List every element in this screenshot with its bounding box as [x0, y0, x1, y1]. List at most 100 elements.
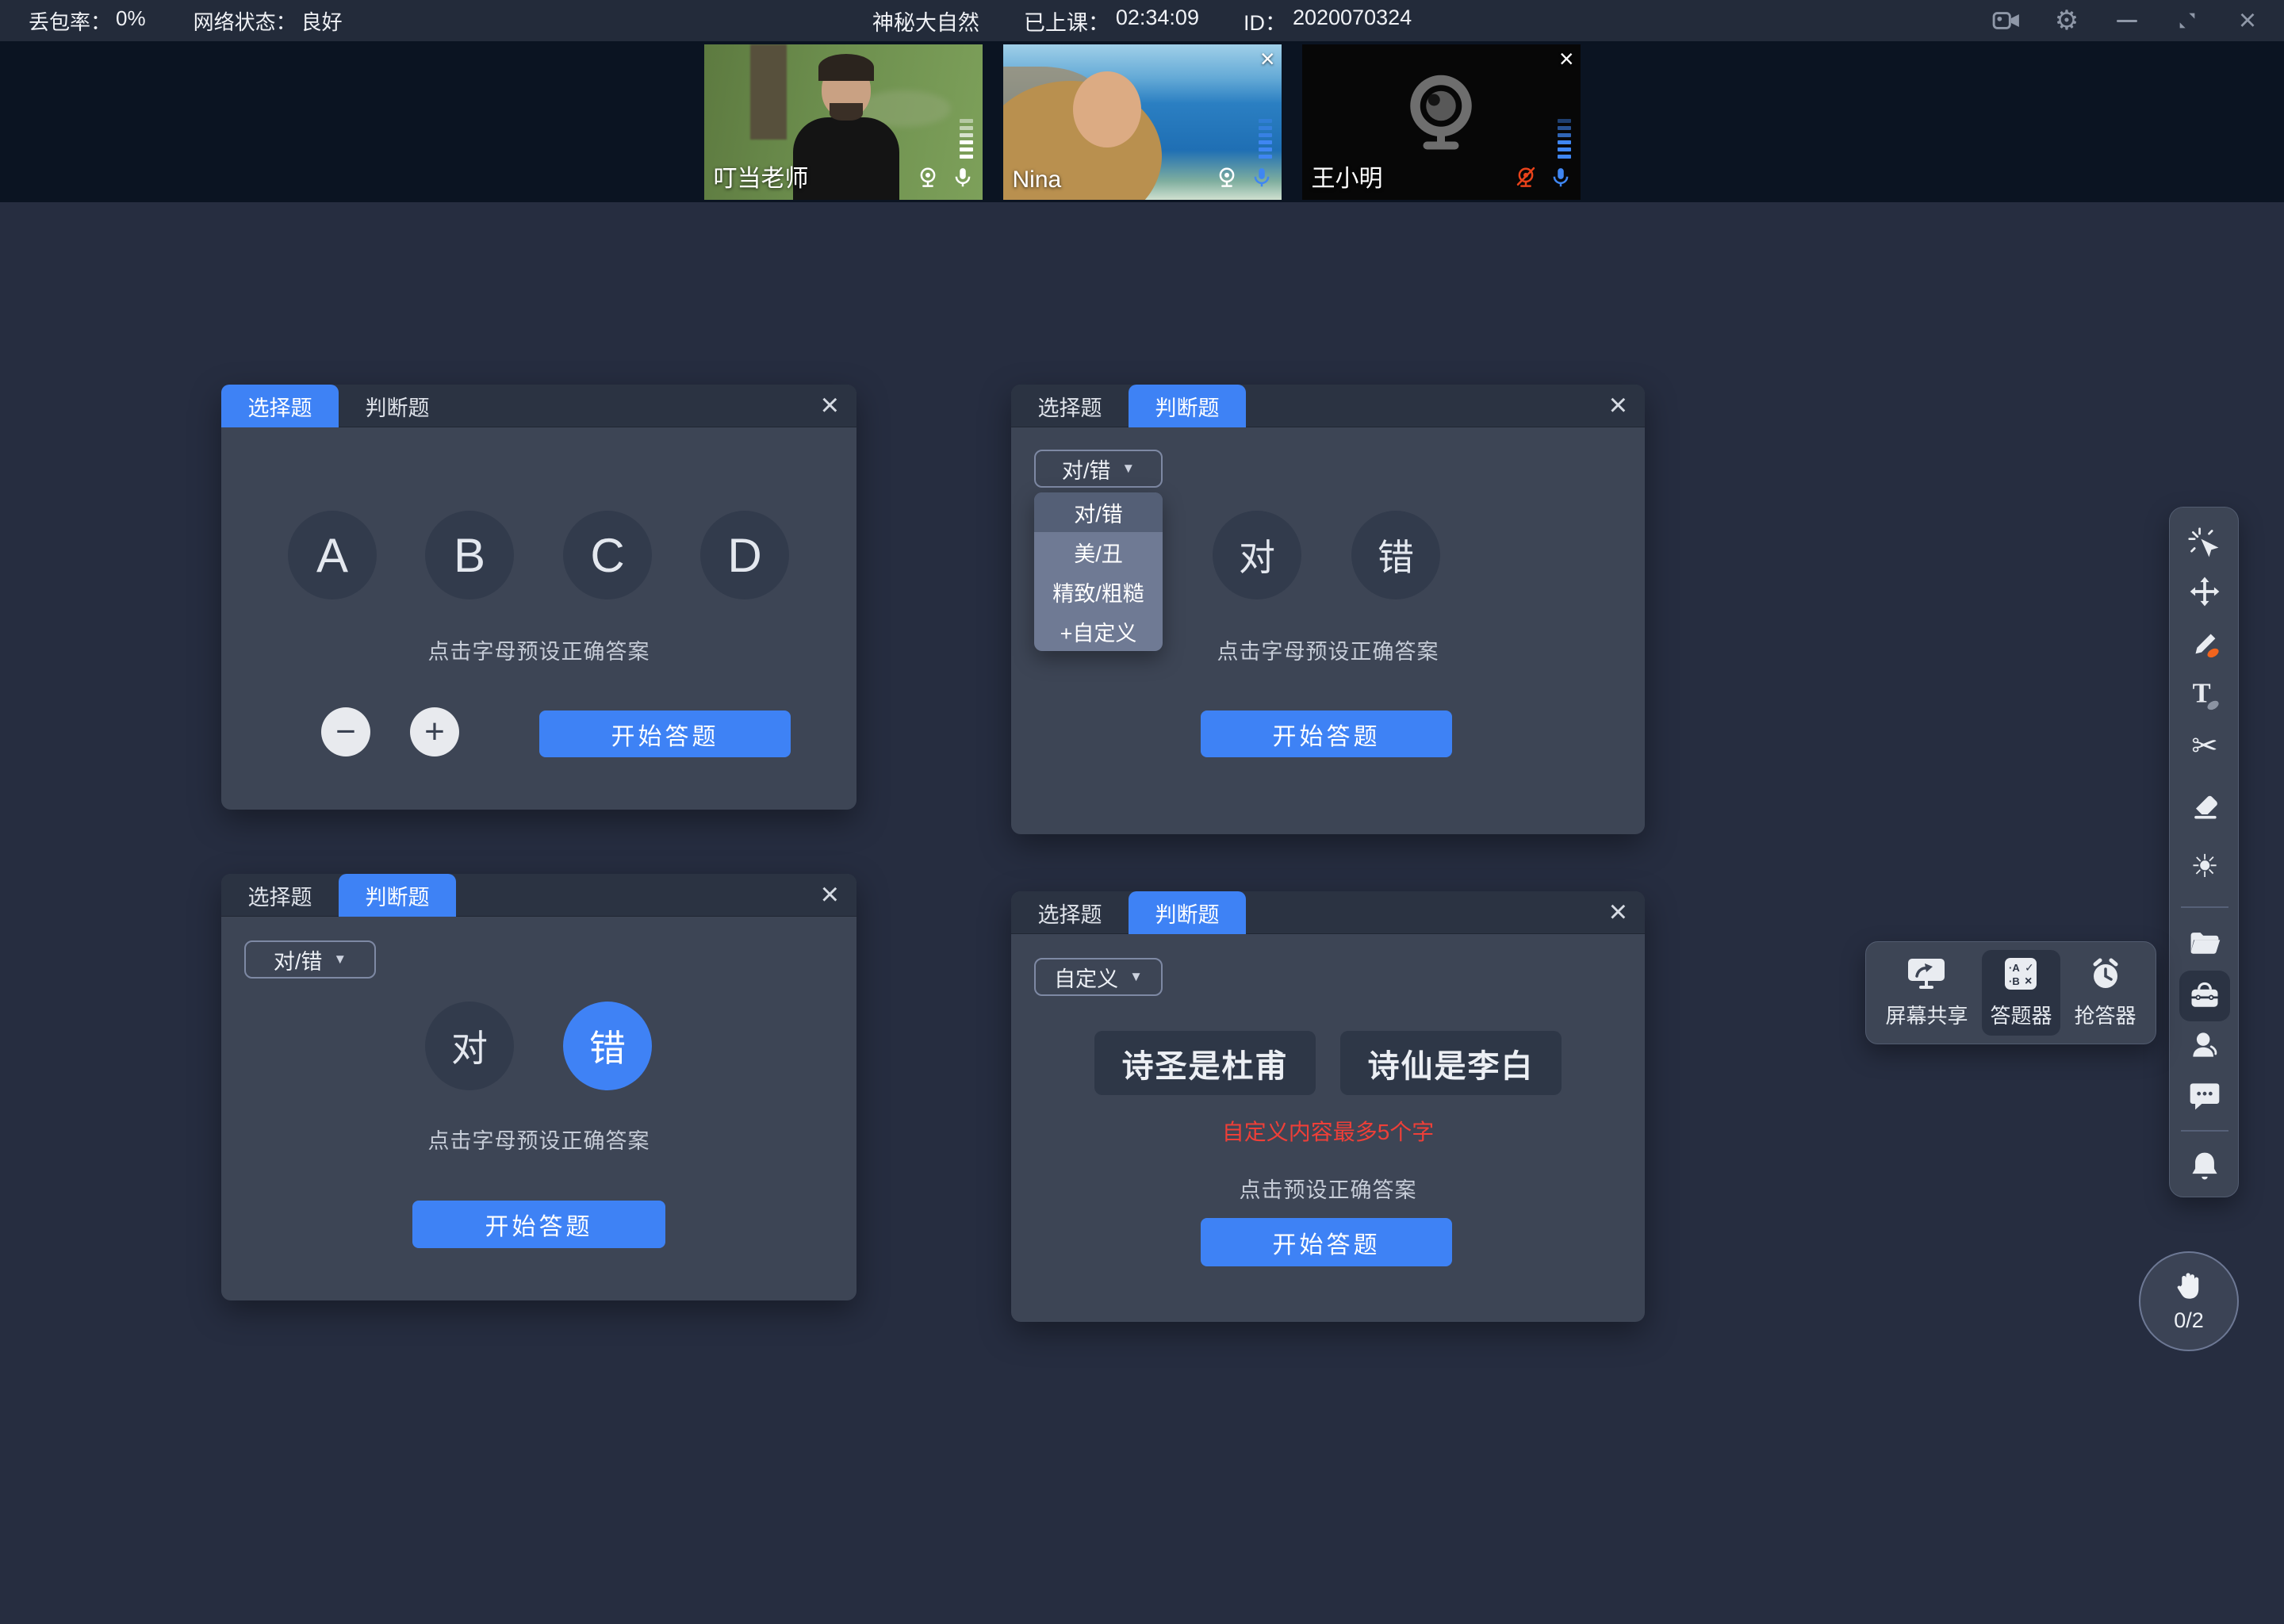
toolbar-divider — [2181, 1130, 2228, 1132]
answer-type-menu: 对/错 美/丑 精致/粗糙 +自定义 — [1034, 492, 1163, 651]
participant-name: 叮当老师 — [713, 166, 809, 192]
tab-judge-question[interactable]: 判断题 — [1129, 385, 1246, 427]
custom-length-warning: 自定义内容最多5个字 — [1221, 1120, 1435, 1144]
svg-text:✓: ✓ — [2025, 961, 2034, 974]
tab-choice-question[interactable]: 选择题 — [221, 874, 339, 917]
mic-on-icon — [951, 166, 975, 193]
panel-close-icon[interactable]: × — [1609, 896, 1627, 928]
quiz-panel-judge-dropdown-open: 选择题 判断题 × 对/错 ▼ 对/错 美/丑 精致/粗糙 +自定义 对 错 点… — [1011, 385, 1645, 834]
remove-option-button[interactable]: − — [321, 707, 370, 756]
mic-level-bars — [1557, 119, 1571, 159]
cut-tool[interactable]: ✂ — [2182, 724, 2227, 768]
start-answer-button[interactable]: 开始答题 — [1201, 710, 1452, 757]
quiz-panel-judge-selected: 选择题 判断题 × 对/错 ▼ 对 错 点击字母预设正确答案 开始答题 — [221, 874, 856, 1300]
camera-off-icon — [1514, 166, 1538, 193]
svg-text:×: × — [2025, 975, 2032, 988]
raise-hand-count: 0/2 — [2174, 1308, 2204, 1332]
quiz-panel-choice: 选择题 判断题 × A B C D 点击字母预设正确答案 − + 开始答题 — [221, 385, 856, 810]
start-answer-button[interactable]: 开始答题 — [1201, 1218, 1452, 1266]
tab-judge-question[interactable]: 判断题 — [339, 385, 456, 427]
interaction-tools-panel: 屏幕共享 ·A ✓ ·B × 答题器 抢答器 — [1865, 941, 2156, 1044]
start-answer-button[interactable]: 开始答题 — [412, 1201, 665, 1248]
tab-judge-question[interactable]: 判断题 — [339, 874, 456, 917]
panel-close-icon[interactable]: × — [1609, 389, 1627, 421]
chevron-down-icon: ▼ — [1129, 969, 1143, 984]
video-tile-teacher: 叮当老师 — [703, 44, 983, 200]
option-c[interactable]: C — [563, 511, 652, 599]
mic-on-icon — [1549, 166, 1573, 193]
answer-type-dropdown[interactable]: 自定义 ▼ — [1034, 958, 1163, 996]
option-a[interactable]: A — [288, 511, 377, 599]
chat-tool[interactable] — [2182, 1073, 2227, 1117]
bell-tool[interactable] — [2182, 1144, 2227, 1189]
answer-type-dropdown[interactable]: 对/错 ▼ — [244, 940, 376, 979]
session-info: 神秘大自然 已上课： 02:34:09 ID： 2020070324 — [0, 0, 2284, 41]
screen-share-icon — [1906, 956, 1947, 995]
whiteboard-toolbar: T ✂ ☀ — [2169, 507, 2239, 1197]
participant-name: 王小明 — [1311, 166, 1383, 192]
panel-close-icon[interactable]: × — [821, 879, 839, 910]
pen-tool[interactable] — [2182, 621, 2227, 665]
panel-close-icon[interactable]: × — [821, 389, 839, 421]
svg-text:T: T — [2193, 679, 2211, 709]
option-d[interactable]: D — [700, 511, 789, 599]
members-tool[interactable] — [2182, 1023, 2227, 1067]
camera-on-icon — [1215, 166, 1239, 193]
raise-hand-button[interactable]: 0/2 — [2139, 1251, 2239, 1351]
tab-choice-question[interactable]: 选择题 — [1011, 891, 1129, 934]
close-video-icon[interactable]: × — [1559, 46, 1574, 71]
video-strip: 叮当老师 × Nina × 王小明 — [0, 41, 2284, 202]
tab-choice-question[interactable]: 选择题 — [221, 385, 339, 427]
custom-answer-1[interactable]: 诗圣是杜甫 — [1094, 1031, 1316, 1095]
buzzer-clock-icon — [2087, 956, 2124, 995]
toolbar-divider — [2181, 906, 2228, 908]
menu-item-custom[interactable]: +自定义 — [1034, 611, 1163, 651]
eraser-tool[interactable] — [2182, 783, 2227, 828]
answer-type-dropdown[interactable]: 对/错 ▼ — [1034, 450, 1163, 488]
laser-pointer-tool[interactable]: ☀ — [2182, 845, 2227, 889]
svg-text:·A: ·A — [2009, 962, 2020, 974]
answer-pad-button[interactable]: ·A ✓ ·B × 答题器 — [1982, 950, 2060, 1036]
restore-icon[interactable] — [2171, 5, 2203, 36]
option-false-selected[interactable]: 错 — [563, 1002, 652, 1090]
menu-item-true-false[interactable]: 对/错 — [1034, 492, 1163, 532]
tab-choice-question[interactable]: 选择题 — [1011, 385, 1129, 427]
menu-item-beauty-ugly[interactable]: 美/丑 — [1034, 532, 1163, 572]
menu-item-fine-rough[interactable]: 精致/粗糙 — [1034, 572, 1163, 611]
toolbox-tool[interactable] — [2182, 974, 2227, 1018]
screen-share-button[interactable]: 屏幕共享 — [1877, 950, 1976, 1036]
buzzer-button[interactable]: 抢答器 — [2067, 950, 2144, 1036]
answer-pad-label: 答题器 — [1990, 1004, 2052, 1028]
option-true[interactable]: 对 — [425, 1002, 514, 1090]
option-true[interactable]: 对 — [1213, 511, 1301, 599]
minimize-icon[interactable] — [2111, 5, 2143, 36]
option-false[interactable]: 错 — [1351, 511, 1440, 599]
move-tool[interactable] — [2182, 569, 2227, 614]
close-video-icon[interactable]: × — [1260, 46, 1275, 71]
start-answer-button[interactable]: 开始答题 — [539, 710, 791, 757]
buzzer-label: 抢答器 — [2074, 1004, 2136, 1028]
class-time-label: 已上课： — [1023, 10, 1109, 35]
preset-hint: 点击字母预设正确答案 — [427, 640, 650, 664]
room-title: 神秘大自然 — [872, 10, 979, 35]
courseware-folder-tool[interactable] — [2182, 921, 2227, 965]
topbar: 丢包率： 0% 网络状态： 良好 神秘大自然 已上课： 02:34:09 ID：… — [0, 0, 2284, 41]
window-close-icon[interactable]: × — [2232, 5, 2263, 36]
text-tool[interactable]: T — [2182, 672, 2227, 717]
hand-icon — [2172, 1270, 2205, 1307]
custom-answer-2[interactable]: 诗仙是李白 — [1340, 1031, 1562, 1095]
class-time-value: 02:34:09 — [1115, 5, 1199, 29]
settings-gear-icon[interactable]: ⚙ — [2051, 5, 2083, 36]
mic-level-bars — [1258, 119, 1272, 159]
session-id-label: ID： — [1243, 10, 1286, 35]
participant-name: Nina — [1012, 167, 1062, 193]
videocam-icon[interactable] — [1991, 5, 2022, 36]
select-click-tool[interactable] — [2182, 522, 2227, 566]
classroom-window: 丢包率： 0% 网络状态： 良好 神秘大自然 已上课： 02:34:09 ID：… — [0, 0, 2284, 1624]
webcam-placeholder-icon — [1393, 67, 1489, 166]
option-b[interactable]: B — [425, 511, 514, 599]
preset-hint: 点击预设正确答案 — [1239, 1178, 1417, 1202]
add-option-button[interactable]: + — [410, 707, 459, 756]
window-controls: ⚙ × — [1991, 0, 2263, 41]
tab-judge-question[interactable]: 判断题 — [1129, 891, 1246, 934]
